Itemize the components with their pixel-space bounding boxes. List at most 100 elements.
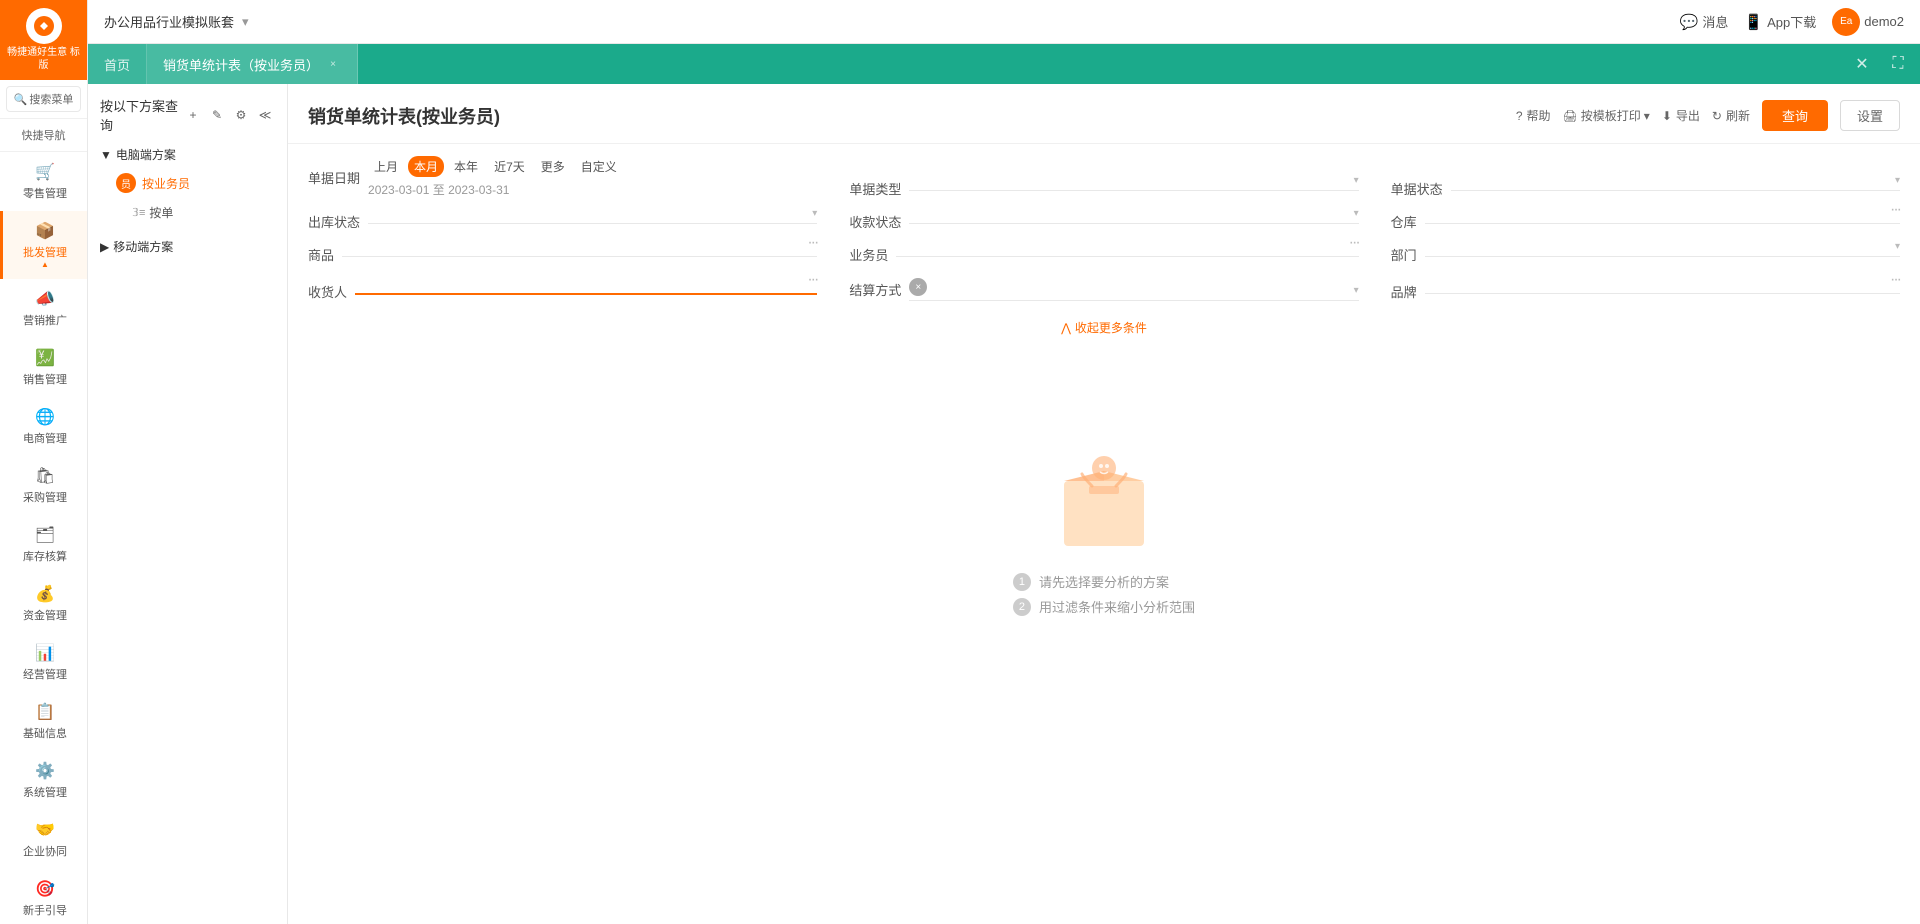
tab-expand-button[interactable]: ⛶ <box>1884 50 1912 78</box>
empty-box-svg <box>1034 426 1174 556</box>
filter-date-item: 单据日期 上月 本月 本年 近7天 更多 自定义 <box>308 156 817 198</box>
department-chevron-icon: ▾ <box>1895 241 1900 252</box>
hint-num-1: 1 <box>1013 573 1031 591</box>
filter-stock-status-item: 出库状态 ▾ <box>308 212 817 231</box>
payment-method-control[interactable]: × ▾ <box>909 278 1358 301</box>
consignee-label: 收货人 <box>308 282 347 301</box>
tab-close-all-button[interactable]: ✕ <box>1848 50 1876 78</box>
sidebar-item-sales[interactable]: 💹 销售管理 <box>0 338 87 397</box>
warehouse-dots-icon: ··· <box>1890 201 1900 219</box>
query-button[interactable]: 查询 <box>1762 100 1828 131</box>
dropdown-arrow-icon[interactable]: ▾ <box>242 14 249 30</box>
scheme-add-button[interactable]: + <box>183 105 203 125</box>
page-title: 销货单统计表(按业务员) <box>308 103 500 129</box>
page-content: 按以下方案查询 + ✎ ⚙ ≪ <box>88 84 1920 924</box>
quick-nav-button[interactable]: 快捷导航 <box>6 123 81 147</box>
collapse-icon: ⋀ <box>1061 321 1071 335</box>
search-menu-label: 搜索菜单 <box>29 91 73 107</box>
collapse-button[interactable]: ⋀ 收起更多条件 <box>1061 319 1147 336</box>
search-menu-button[interactable]: 🔍 搜索菜单 <box>6 86 81 112</box>
sidebar: 畅捷通好生意 标版 🔍 搜索菜单 快捷导航 🛒 零售管理 � <box>0 0 88 924</box>
hint-num-2: 2 <box>1013 598 1031 616</box>
top-title: 办公用品行业模拟账套 <box>104 12 234 31</box>
sidebar-item-basic-info[interactable]: 📋 基础信息 <box>0 692 87 751</box>
messages-button[interactable]: 💬 消息 <box>1680 12 1729 31</box>
doc-status-control[interactable]: ▾ <box>1451 186 1900 191</box>
sidebar-item-operation[interactable]: 📊 经营管理 <box>0 633 87 692</box>
template-print-button[interactable]: 🖨 按模板打印 ▾ <box>1563 107 1650 124</box>
scheme-salesperson-label: 按业务员 <box>142 175 190 192</box>
sidebar-item-marketing[interactable]: 📣 营销推广 <box>0 279 87 338</box>
filter-brand-item: 品牌 ··· <box>1391 282 1900 301</box>
sidebar-item-inventory[interactable]: 🗂 库存核算 <box>0 515 87 574</box>
date-tab-this-year[interactable]: 本年 <box>448 156 484 177</box>
sales-icon: 💹 <box>35 348 55 368</box>
scheme-item-salesperson[interactable]: 员 按业务员 <box>88 167 287 199</box>
tab-home-label: 首页 <box>104 55 130 74</box>
salesperson-control[interactable]: ··· <box>896 252 1358 257</box>
department-control[interactable]: ▾ <box>1425 252 1900 257</box>
sidebar-item-enterprise[interactable]: 🤝 企业协同 <box>0 810 87 869</box>
newbie-icon: 🎯 <box>35 879 55 899</box>
sidebar-item-retail[interactable]: 🛒 零售管理 <box>0 152 87 211</box>
inventory-label: 库存核算 <box>23 548 67 564</box>
user-menu[interactable]: Ea demo2 <box>1832 8 1904 36</box>
scheme-item-order[interactable]: 𝟛≡ 按单 <box>88 199 287 226</box>
scheme-collapse-button[interactable]: ≪ <box>255 105 275 125</box>
doc-status-chevron-icon: ▾ <box>1895 175 1900 186</box>
empty-text: 1 请先选择要分析的方案 2 用过滤条件来缩小分析范围 <box>1013 572 1195 616</box>
goods-control[interactable]: ··· <box>342 252 817 257</box>
stock-status-control[interactable]: ▾ <box>368 219 817 224</box>
scheme-edit-button[interactable]: ✎ <box>207 105 227 125</box>
filter-salesperson-item: 业务员 ··· <box>849 245 1358 264</box>
operation-label: 经营管理 <box>23 666 67 682</box>
date-tab-custom[interactable]: 自定义 <box>575 156 623 177</box>
sidebar-item-purchase[interactable]: 🛍 采购管理 <box>0 456 87 515</box>
page-title-bar: 销货单统计表(按业务员) ? 帮助 🖨 按模板打印 ▾ <box>288 84 1920 144</box>
sidebar-item-wholesale[interactable]: 📦 批发管理 ▲ <box>0 211 87 279</box>
doc-type-control[interactable]: ▾ <box>909 186 1358 191</box>
sidebar-item-system[interactable]: ⚙️ 系统管理 <box>0 751 87 810</box>
date-tab-7days[interactable]: 近7天 <box>488 156 531 177</box>
avatar-text: Ea <box>1840 16 1852 27</box>
app-download-button[interactable]: 📱 App下载 <box>1744 12 1816 31</box>
export-button[interactable]: ⬇ 导出 <box>1662 107 1700 124</box>
help-icon: ? <box>1516 109 1523 123</box>
brand-control[interactable]: ··· <box>1425 289 1900 294</box>
arrow-down-icon: ▼ <box>100 148 112 162</box>
date-tab-this-month[interactable]: 本月 <box>408 156 444 177</box>
scheme-order-label: 按单 <box>149 204 173 221</box>
header-right: 💬 消息 📱 App下载 Ea demo2 <box>1680 8 1904 36</box>
warehouse-control[interactable]: ··· <box>1425 219 1900 224</box>
sidebar-item-newbie[interactable]: 🎯 新手引导 <box>0 869 87 924</box>
scheme-settings-button[interactable]: ⚙ <box>231 105 251 125</box>
date-tab-more[interactable]: 更多 <box>535 156 571 177</box>
scheme-panel-actions: + ✎ ⚙ ≪ <box>183 105 275 125</box>
payment-method-clear-button[interactable]: × <box>909 278 927 296</box>
refresh-button[interactable]: ↻ 刷新 <box>1712 107 1750 124</box>
receipt-status-control[interactable]: ▾ <box>909 219 1358 224</box>
wholesale-label: 批发管理 <box>23 244 67 260</box>
tab-home[interactable]: 首页 <box>88 44 147 84</box>
collapse-left-icon: ≪ <box>259 108 272 122</box>
sidebar-item-ecommerce[interactable]: 🌐 电商管理 <box>0 397 87 456</box>
help-button[interactable]: ? 帮助 <box>1516 107 1551 124</box>
search-icon: 🔍 <box>14 93 28 106</box>
payment-method-chevron-icon: ▾ <box>1354 285 1359 296</box>
scheme-desktop-title[interactable]: ▼ 电脑端方案 <box>88 142 287 167</box>
doc-status-label: 单据状态 <box>1391 179 1443 198</box>
tab-close-button[interactable]: × <box>325 56 341 72</box>
settings-button[interactable]: 设置 <box>1840 100 1900 131</box>
logo[interactable]: 畅捷通好生意 标版 <box>0 0 87 80</box>
tab-sales-stat[interactable]: 销货单统计表（按业务员） × <box>147 44 358 84</box>
scheme-panel-header: 按以下方案查询 + ✎ ⚙ ≪ <box>88 96 287 142</box>
salesperson-label: 业务员 <box>849 245 888 264</box>
empty-hint-1: 1 请先选择要分析的方案 <box>1013 572 1169 591</box>
logo-text: 畅捷通好生意 标版 <box>6 46 81 72</box>
date-tab-last-month[interactable]: 上月 <box>368 156 404 177</box>
sidebar-item-finance[interactable]: 💰 资金管理 <box>0 574 87 633</box>
empty-state: 1 请先选择要分析的方案 2 用过滤条件来缩小分析范围 <box>288 346 1920 696</box>
scheme-mobile-title[interactable]: ▶ 移动端方案 <box>88 234 287 259</box>
hint-text-2: 用过滤条件来缩小分析范围 <box>1039 597 1195 616</box>
consignee-control[interactable]: ··· <box>355 289 817 295</box>
